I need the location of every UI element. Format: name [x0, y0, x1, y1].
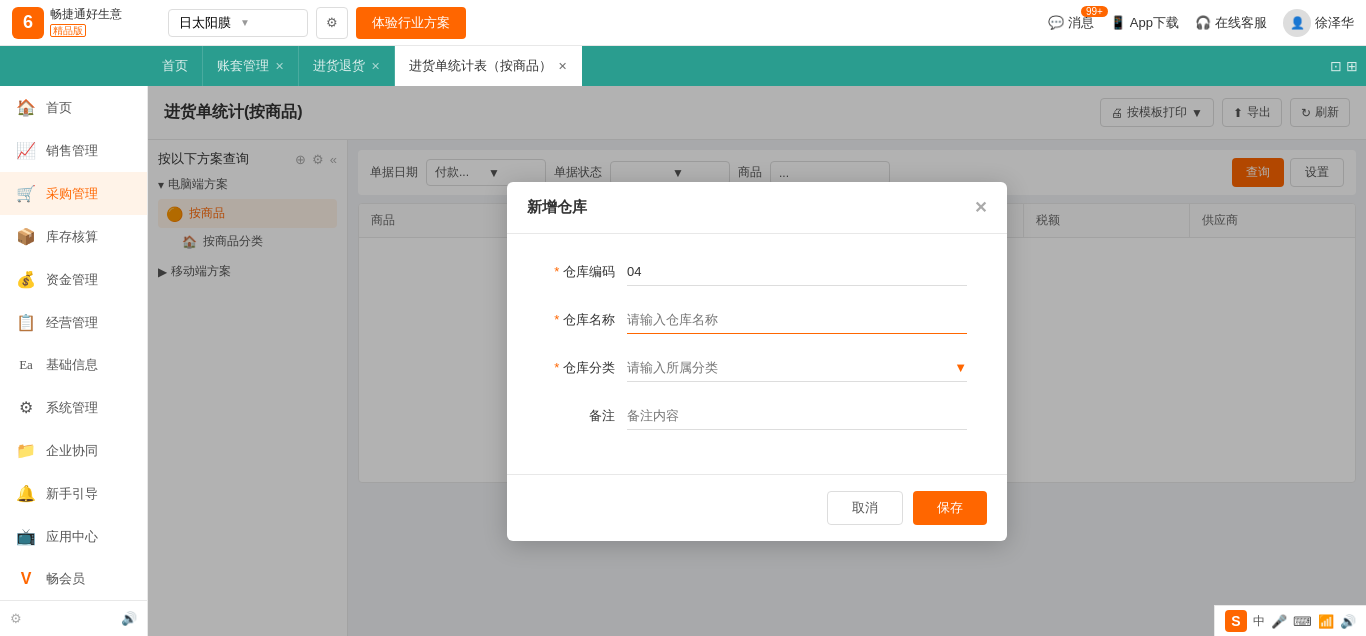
sidebar-item-system[interactable]: ⚙ 系统管理: [0, 386, 147, 429]
warehouse-code-input[interactable]: [627, 258, 967, 286]
avatar: 👤: [1283, 9, 1311, 37]
user-profile-button[interactable]: 👤 徐泽华: [1283, 9, 1354, 37]
system-icon: ⚙: [16, 398, 36, 417]
settings-gear-button[interactable]: ⚙: [316, 7, 348, 39]
bottom-right-bar: S 中 🎤 ⌨ 📶 🔊: [1214, 605, 1366, 636]
tab-bar: 首页 账套管理 ✕ 进货退货 ✕ 进货单统计表（按商品） ✕ ⊡ ⊞: [0, 46, 1366, 86]
modal-header: 新增仓库 ✕: [507, 182, 1007, 234]
modal-close-button[interactable]: ✕: [974, 198, 987, 217]
category-chevron-icon: ▼: [954, 360, 967, 375]
save-button[interactable]: 保存: [913, 491, 987, 525]
basic-info-icon: Ea: [16, 357, 36, 373]
modal-overlay[interactable]: 新增仓库 ✕ 仓库编码 仓库名称: [148, 86, 1366, 636]
tab-purchase-stats[interactable]: 进货单统计表（按商品） ✕: [395, 46, 582, 86]
app-logo-icon: 6: [12, 7, 44, 39]
sidebar-settings-icon[interactable]: ⚙: [10, 611, 22, 626]
sidebar-item-member[interactable]: V 畅会员: [0, 558, 147, 600]
warehouse-category-select[interactable]: ▼: [627, 354, 967, 382]
modal-footer: 取消 保存: [507, 474, 1007, 541]
app-download-button[interactable]: 📱 App下载: [1110, 14, 1179, 32]
warehouse-name-row: 仓库名称: [547, 306, 967, 334]
message-button[interactable]: 💬 消息 99+: [1048, 14, 1094, 32]
sidebar-item-purchase[interactable]: 🛒 采购管理: [0, 172, 147, 215]
header-right: 💬 消息 99+ 📱 App下载 🎧 在线客服 👤 徐泽华: [1048, 9, 1354, 37]
warehouse-code-label: 仓库编码: [547, 263, 627, 281]
trial-button[interactable]: 体验行业方案: [356, 7, 466, 39]
enterprise-icon: 📁: [16, 441, 36, 460]
warehouse-category-row: 仓库分类 ▼: [547, 354, 967, 382]
tab-purchase-return[interactable]: 进货退货 ✕: [299, 46, 395, 86]
tab-account[interactable]: 账套管理 ✕: [203, 46, 299, 86]
headset-icon: 🎧: [1195, 15, 1211, 30]
guide-icon: 🔔: [16, 484, 36, 503]
gear-icon: ⚙: [326, 15, 338, 30]
warehouse-category-label: 仓库分类: [547, 359, 627, 377]
sidebar-item-operations[interactable]: 📋 经营管理: [0, 301, 147, 344]
sidebar-item-basic-info[interactable]: Ea 基础信息: [0, 344, 147, 386]
cancel-button[interactable]: 取消: [827, 491, 903, 525]
store-selector[interactable]: 日太阳膜 ▼: [168, 9, 308, 37]
sidebar-audio-icon[interactable]: 🔊: [121, 611, 137, 626]
logo-area: 6 畅捷通好生意 精品版: [12, 7, 160, 39]
message-badge: 99+: [1081, 6, 1108, 17]
sidebar-item-guide[interactable]: 🔔 新手引导: [0, 472, 147, 515]
wifi-icon: 📶: [1318, 614, 1334, 629]
user-icon: 👤: [1290, 16, 1305, 30]
phone-icon: 📱: [1110, 15, 1126, 30]
warehouse-category-input[interactable]: [627, 360, 954, 375]
sidebar-item-finance[interactable]: 💰 资金管理: [0, 258, 147, 301]
purchase-icon: 🛒: [16, 184, 36, 203]
sidebar-item-sales[interactable]: 📈 销售管理: [0, 129, 147, 172]
operations-icon: 📋: [16, 313, 36, 332]
tab-home[interactable]: 首页: [148, 46, 203, 86]
tab-restore-icon[interactable]: ⊡: [1330, 58, 1342, 74]
sidebar-item-inventory[interactable]: 📦 库存核算: [0, 215, 147, 258]
apps-icon: 📺: [16, 527, 36, 546]
remark-row: 备注: [547, 402, 967, 430]
tab-close-icon[interactable]: ✕: [558, 60, 567, 73]
content-area: 进货单统计(按商品) 🖨 按模板打印 ▼ ⬆ 导出 ↻ 刷新: [148, 86, 1366, 636]
warehouse-name-label: 仓库名称: [547, 311, 627, 329]
sidebar-item-enterprise[interactable]: 📁 企业协同: [0, 429, 147, 472]
inventory-icon: 📦: [16, 227, 36, 246]
member-icon: V: [16, 570, 36, 588]
sales-icon: 📈: [16, 141, 36, 160]
keyboard-icon[interactable]: ⌨: [1293, 614, 1312, 629]
tab-close-icon[interactable]: ✕: [371, 60, 380, 73]
volume-icon: 🔊: [1340, 614, 1356, 629]
sidebar: 🏠 首页 📈 销售管理 🛒 采购管理 📦 库存核算 💰 资金管理 📋 经营管理 …: [0, 86, 148, 636]
warehouse-name-input[interactable]: [627, 306, 967, 334]
modal-title: 新增仓库: [527, 198, 587, 217]
sidebar-item-home[interactable]: 🏠 首页: [0, 86, 147, 129]
warehouse-code-row: 仓库编码: [547, 258, 967, 286]
home-icon: 🏠: [16, 98, 36, 117]
tab-expand-icon[interactable]: ⊞: [1346, 58, 1358, 74]
logo-text: 畅捷通好生意 精品版: [50, 7, 122, 38]
main-layout: 🏠 首页 📈 销售管理 🛒 采购管理 📦 库存核算 💰 资金管理 📋 经营管理 …: [0, 86, 1366, 636]
finance-icon: 💰: [16, 270, 36, 289]
message-icon: 💬: [1048, 15, 1064, 30]
online-service-button[interactable]: 🎧 在线客服: [1195, 14, 1267, 32]
new-warehouse-modal: 新增仓库 ✕ 仓库编码 仓库名称: [507, 182, 1007, 541]
s-logo: S: [1225, 610, 1247, 632]
modal-body: 仓库编码 仓库名称 仓库分类: [507, 234, 1007, 474]
remark-label: 备注: [547, 407, 627, 425]
top-header: 6 畅捷通好生意 精品版 日太阳膜 ▼ ⚙ 体验行业方案 💬 消息 99+ 📱 …: [0, 0, 1366, 46]
tab-close-icon[interactable]: ✕: [275, 60, 284, 73]
bottom-label-chinese: 中: [1253, 613, 1265, 630]
remark-input[interactable]: [627, 402, 967, 430]
sidebar-item-apps[interactable]: 📺 应用中心: [0, 515, 147, 558]
chevron-down-icon: ▼: [240, 17, 297, 28]
mic-icon[interactable]: 🎤: [1271, 614, 1287, 629]
